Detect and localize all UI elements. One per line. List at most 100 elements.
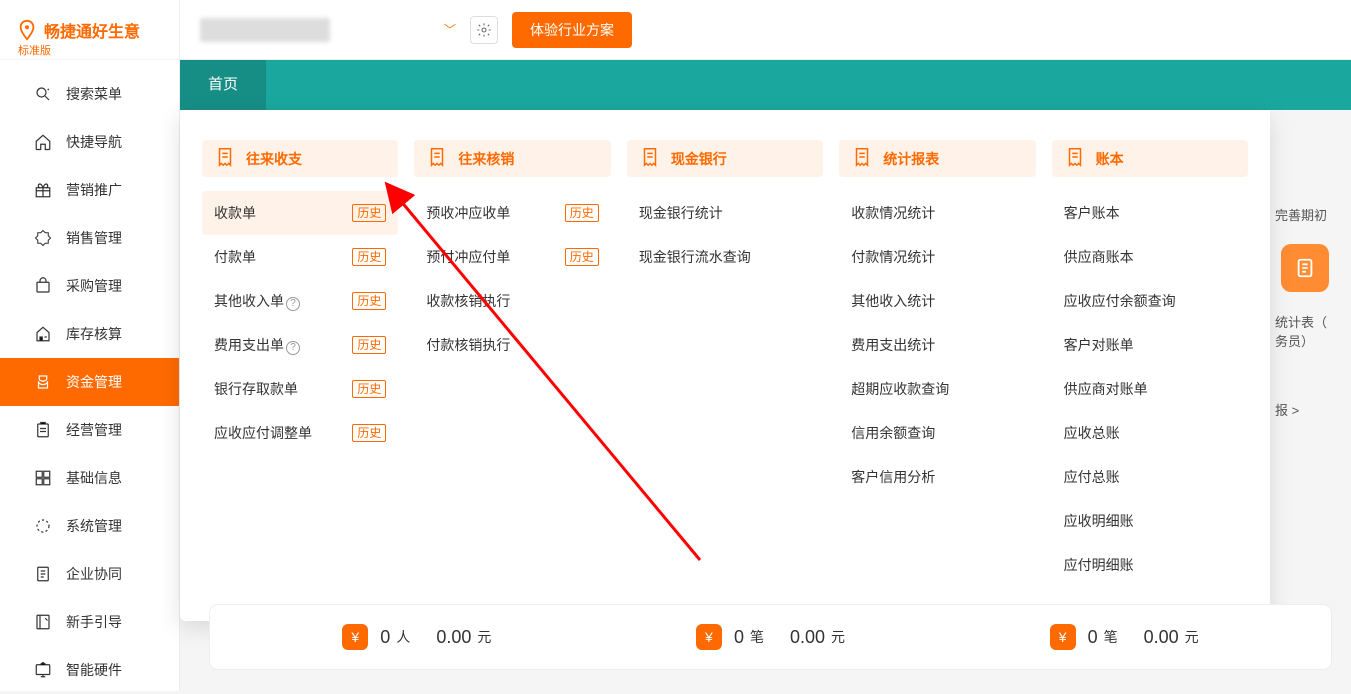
mega-item[interactable]: 现金银行流水查询 <box>627 235 823 279</box>
stat-count: 0 <box>734 627 744 648</box>
peek-text-4: 报 > <box>1275 400 1347 419</box>
history-tag[interactable]: 历史 <box>565 248 599 266</box>
mega-item-label: 客户账本 <box>1064 205 1120 221</box>
mega-item-label: 付款情况统计 <box>851 249 935 265</box>
history-tag[interactable]: 历史 <box>352 336 386 354</box>
sidebar-item-label: 采购管理 <box>66 276 122 296</box>
mega-item-label: 预付冲应付单 <box>426 249 510 265</box>
sidebar-item-label: 营销推广 <box>66 180 122 200</box>
stat-amount-unit: 元 <box>831 627 845 647</box>
sidebar-item-label: 基础信息 <box>66 468 122 488</box>
sidebar-item-label: 搜索菜单 <box>66 84 122 104</box>
mega-item[interactable]: 供应商对账单 <box>1052 367 1248 411</box>
stat-amount: 0.00 <box>1144 627 1179 648</box>
mega-item[interactable]: 付款核销执行 <box>414 323 610 367</box>
mega-item[interactable]: 客户信用分析 <box>839 455 1035 499</box>
finance-megamenu: 往来收支收款单历史付款单历史其他收入单?历史费用支出单?历史银行存取款单历史应收… <box>180 110 1270 621</box>
mega-item-label: 收款情况统计 <box>851 205 935 221</box>
edition-badge: 标准版 <box>18 42 51 58</box>
tab-strip: 首页 <box>180 60 1351 110</box>
mega-item[interactable]: 银行存取款单 历史 <box>202 367 398 411</box>
history-tag[interactable]: 历史 <box>352 424 386 442</box>
tab-home[interactable]: 首页 <box>180 60 266 110</box>
help-icon[interactable]: ? <box>286 297 300 311</box>
stat-icon: ¥ <box>342 624 368 650</box>
mega-item[interactable]: 其他收入统计 <box>839 279 1035 323</box>
sidebar-item-collab[interactable]: 企业协同 <box>0 550 179 598</box>
mega-item-label: 银行存取款单 <box>214 381 298 397</box>
receipt-icon <box>639 146 661 171</box>
mega-column-1: 往来核销预收冲应收单历史预付冲应付单历史收款核销执行付款核销执行 <box>406 140 618 587</box>
industry-plan-button[interactable]: 体验行业方案 <box>512 12 632 48</box>
mega-item[interactable]: 付款单 历史 <box>202 235 398 279</box>
sidebar-item-purchase[interactable]: 采购管理 <box>0 262 179 310</box>
mega-column-title: 账本 <box>1096 149 1124 169</box>
mega-item-label: 应收明细账 <box>1064 513 1134 529</box>
mega-item[interactable]: 应付总账 <box>1052 455 1248 499</box>
mega-item[interactable]: 现金银行统计 <box>627 191 823 235</box>
mega-item[interactable]: 预付冲应付单 历史 <box>414 235 610 279</box>
mega-item[interactable]: 收款单 历史 <box>202 191 398 235</box>
history-tag[interactable]: 历史 <box>352 248 386 266</box>
tv-icon <box>34 661 52 679</box>
mega-item[interactable]: 应收总账 <box>1052 411 1248 455</box>
mega-item[interactable]: 供应商账本 <box>1052 235 1248 279</box>
content-peek-right: 完善期初 统计表（ 务员） 报 > <box>1271 110 1351 610</box>
history-tag[interactable]: 历史 <box>565 204 599 222</box>
mega-item[interactable]: 费用支出单?历史 <box>202 323 398 367</box>
mega-item-label: 预收冲应收单 <box>426 205 510 221</box>
mega-item[interactable]: 应收应付调整单历史 <box>202 411 398 455</box>
mega-item[interactable]: 应付明细账 <box>1052 543 1248 587</box>
mega-item-label: 应收应付余额查询 <box>1064 293 1176 309</box>
sidebar-item-inventory[interactable]: 库存核算 <box>0 310 179 358</box>
sidebar-item-hardware[interactable]: 智能硬件 <box>0 646 179 694</box>
mega-item-label: 付款单 <box>214 249 256 265</box>
sidebar-item-finance[interactable]: 资金管理 <box>0 358 179 406</box>
mega-item[interactable]: 付款情况统计 <box>839 235 1035 279</box>
sidebar-item-label: 智能硬件 <box>66 660 122 680</box>
history-tag[interactable]: 历史 <box>352 204 386 222</box>
mega-item[interactable]: 信用余额查询 <box>839 411 1035 455</box>
mega-item[interactable]: 超期应收款查询 <box>839 367 1035 411</box>
mega-column-title: 往来核销 <box>458 149 514 169</box>
mega-item[interactable]: 收款核销执行 <box>414 279 610 323</box>
mega-item[interactable]: 其他收入单?历史 <box>202 279 398 323</box>
sidebar-item-system[interactable]: 系统管理 <box>0 502 179 550</box>
mega-item[interactable]: 应收应付余额查询 <box>1052 279 1248 323</box>
sidebar-item-label: 新手引导 <box>66 612 122 632</box>
mega-column-header: 往来收支 <box>202 140 398 177</box>
sidebar-item-operation[interactable]: 经营管理 <box>0 406 179 454</box>
peek-quick-action[interactable] <box>1281 244 1329 292</box>
sidebar-menu: 搜索菜单快捷导航营销推广销售管理采购管理库存核算资金管理经营管理基础信息系统管理… <box>0 60 179 694</box>
mega-item[interactable]: 预收冲应收单 历史 <box>414 191 610 235</box>
mega-item[interactable]: 客户账本 <box>1052 191 1248 235</box>
sidebar-item-basic[interactable]: 基础信息 <box>0 454 179 502</box>
brand-icon <box>16 19 38 41</box>
stat-icon: ¥ <box>696 624 722 650</box>
org-selector-blurred[interactable] <box>200 18 330 42</box>
stat-amount-unit: 元 <box>477 627 491 647</box>
stat-icon: ¥ <box>1050 624 1076 650</box>
history-tag[interactable]: 历史 <box>352 380 386 398</box>
history-tag[interactable]: 历史 <box>352 292 386 310</box>
mega-item[interactable]: 费用支出统计 <box>839 323 1035 367</box>
sidebar-item-label: 库存核算 <box>66 324 122 344</box>
stat-amount-unit: 元 <box>1185 627 1199 647</box>
sidebar-item-guide[interactable]: 新手引导 <box>0 598 179 646</box>
mega-column-title: 往来收支 <box>246 149 302 169</box>
settings-button[interactable] <box>470 16 498 44</box>
mega-item[interactable]: 客户对账单 <box>1052 323 1248 367</box>
mega-item[interactable]: 收款情况统计 <box>839 191 1035 235</box>
receipt-icon <box>851 146 873 171</box>
mega-item-label: 收款单 <box>214 205 256 221</box>
sidebar-item-search[interactable]: 搜索菜单 <box>0 70 179 118</box>
chevron-down-icon[interactable]: ﹀ <box>444 21 456 38</box>
sidebar-item-sales[interactable]: 销售管理 <box>0 214 179 262</box>
help-icon[interactable]: ? <box>286 341 300 355</box>
sidebar-item-label: 经营管理 <box>66 420 122 440</box>
sidebar-item-quicknav[interactable]: 快捷导航 <box>0 118 179 166</box>
stat-count: 0 <box>1088 627 1098 648</box>
mega-item[interactable]: 应收明细账 <box>1052 499 1248 543</box>
sidebar-item-label: 快捷导航 <box>66 132 122 152</box>
sidebar-item-marketing[interactable]: 营销推广 <box>0 166 179 214</box>
